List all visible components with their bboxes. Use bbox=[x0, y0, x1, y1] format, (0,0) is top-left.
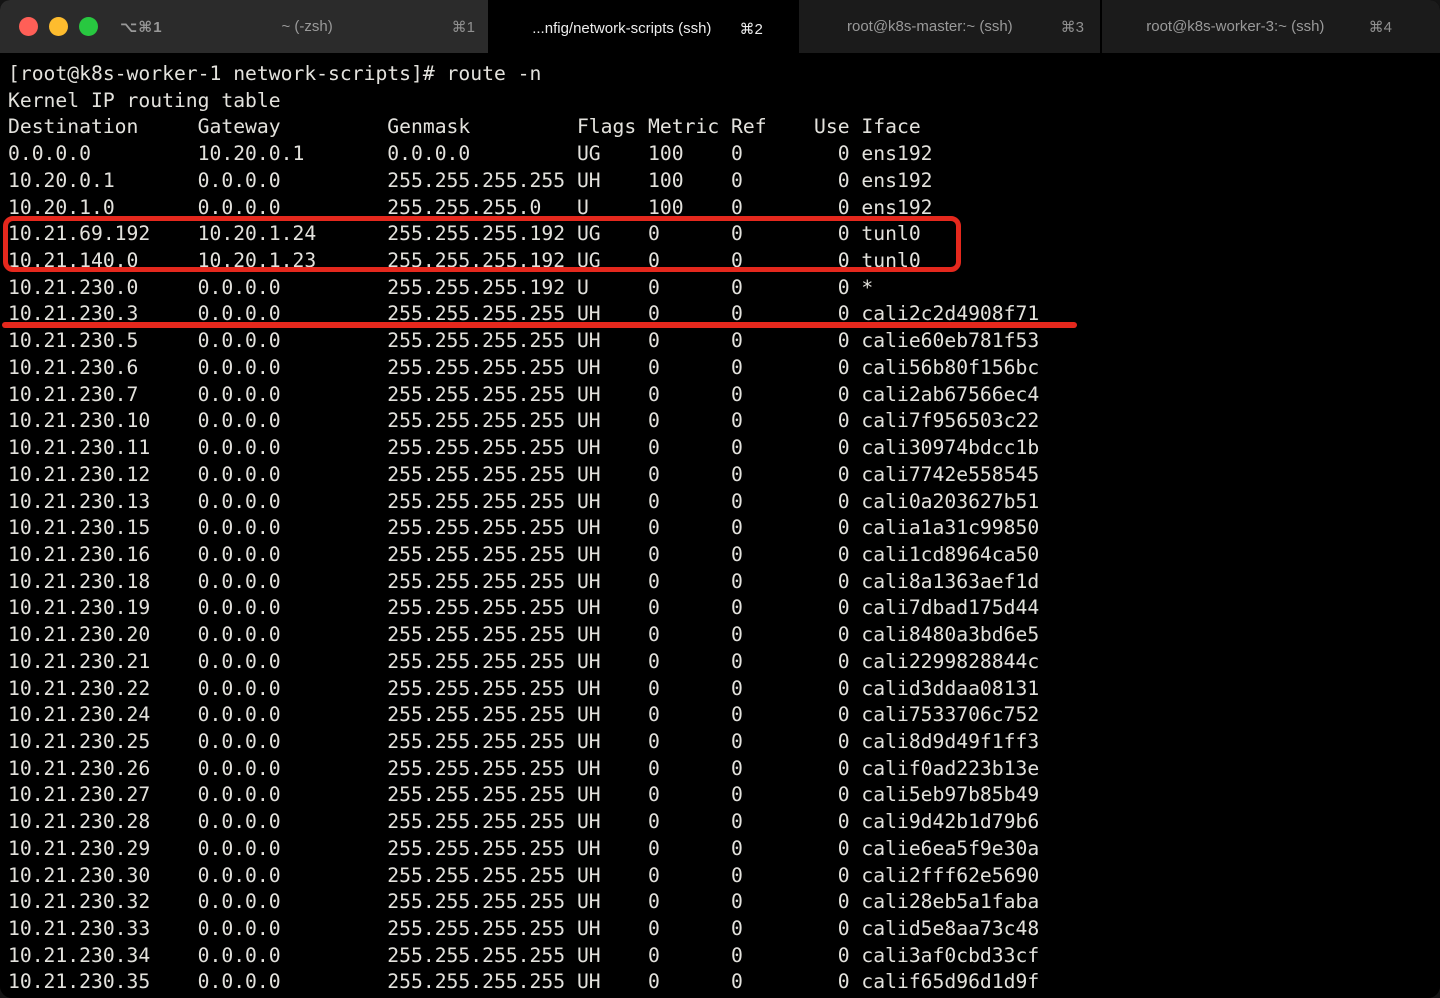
route-row: 10.21.230.6 0.0.0.0 255.255.255.255 UH 0… bbox=[8, 355, 1440, 382]
route-row: 10.21.230.5 0.0.0.0 255.255.255.255 UH 0… bbox=[8, 328, 1440, 355]
route-row: 10.20.0.1 0.0.0.0 255.255.255.255 UH 100… bbox=[8, 168, 1440, 195]
tab-title: ...nfig/network-scripts (ssh) bbox=[524, 20, 719, 37]
tab-title: root@k8s-worker-3:~ (ssh) bbox=[1102, 18, 1369, 35]
minimize-button[interactable] bbox=[49, 17, 68, 36]
route-row: 10.21.230.20 0.0.0.0 255.255.255.255 UH … bbox=[8, 622, 1440, 649]
route-row: 10.21.230.25 0.0.0.0 255.255.255.255 UH … bbox=[8, 729, 1440, 756]
route-row: 10.21.230.7 0.0.0.0 255.255.255.255 UH 0… bbox=[8, 382, 1440, 409]
route-row: 10.21.140.0 10.20.1.23 255.255.255.192 U… bbox=[8, 248, 1440, 275]
table-title: Kernel IP routing table bbox=[8, 88, 1440, 115]
route-row: 10.21.230.33 0.0.0.0 255.255.255.255 UH … bbox=[8, 916, 1440, 943]
route-row: 10.21.230.27 0.0.0.0 255.255.255.255 UH … bbox=[8, 782, 1440, 809]
terminal-window: ⌥⌘1 ~ (-zsh) ⌘1 ...nfig/network-scripts … bbox=[0, 0, 1440, 998]
tab-k8s-master[interactable]: root@k8s-master:~ (ssh) ⌘3 bbox=[799, 0, 1100, 53]
route-row: 10.21.230.29 0.0.0.0 255.255.255.255 UH … bbox=[8, 836, 1440, 863]
window-shortcut-label: ⌥⌘1 bbox=[120, 18, 163, 36]
tab-shortcut-label: ⌘1 bbox=[452, 18, 475, 36]
route-row: 0.0.0.0 10.20.0.1 0.0.0.0 UG 100 0 0 ens… bbox=[8, 141, 1440, 168]
route-row: 10.21.230.11 0.0.0.0 255.255.255.255 UH … bbox=[8, 435, 1440, 462]
tab-shortcut-label: ⌘4 bbox=[1369, 18, 1392, 36]
route-row: 10.21.230.26 0.0.0.0 255.255.255.255 UH … bbox=[8, 756, 1440, 783]
route-row: 10.21.230.35 0.0.0.0 255.255.255.255 UH … bbox=[8, 969, 1440, 996]
route-row: 10.20.1.0 0.0.0.0 255.255.255.0 U 100 0 … bbox=[8, 195, 1440, 222]
tab-network-scripts-active[interactable]: ...nfig/network-scripts (ssh) ⌘2 bbox=[490, 0, 797, 57]
route-row: 10.21.230.22 0.0.0.0 255.255.255.255 UH … bbox=[8, 676, 1440, 703]
route-row: 10.21.230.16 0.0.0.0 255.255.255.255 UH … bbox=[8, 542, 1440, 569]
command-line: [root@k8s-worker-1 network-scripts]# rou… bbox=[8, 61, 1440, 88]
route-row: 10.21.230.13 0.0.0.0 255.255.255.255 UH … bbox=[8, 489, 1440, 516]
route-row: 10.21.69.192 10.20.1.24 255.255.255.192 … bbox=[8, 221, 1440, 248]
tab-shell[interactable]: ⌥⌘1 ~ (-zsh) ⌘1 bbox=[0, 0, 488, 53]
table-header: Destination Gateway Genmask Flags Metric… bbox=[8, 114, 1440, 141]
route-row: 10.21.230.32 0.0.0.0 255.255.255.255 UH … bbox=[8, 889, 1440, 916]
route-row: 10.21.230.28 0.0.0.0 255.255.255.255 UH … bbox=[8, 809, 1440, 836]
tab-title: root@k8s-master:~ (ssh) bbox=[799, 18, 1061, 35]
tab-title: ~ (-zsh) bbox=[163, 18, 452, 35]
terminal-output[interactable]: [root@k8s-worker-1 network-scripts]# rou… bbox=[0, 57, 1440, 998]
route-row: 10.21.230.24 0.0.0.0 255.255.255.255 UH … bbox=[8, 702, 1440, 729]
tab-shortcut-label: ⌘3 bbox=[1061, 18, 1084, 36]
route-row: 10.21.230.30 0.0.0.0 255.255.255.255 UH … bbox=[8, 863, 1440, 890]
route-row: 10.21.230.21 0.0.0.0 255.255.255.255 UH … bbox=[8, 649, 1440, 676]
route-row: 10.21.230.3 0.0.0.0 255.255.255.255 UH 0… bbox=[8, 301, 1440, 328]
tab-shortcut-label: ⌘2 bbox=[739, 20, 762, 38]
route-row: 10.21.230.10 0.0.0.0 255.255.255.255 UH … bbox=[8, 408, 1440, 435]
zoom-button[interactable] bbox=[79, 17, 98, 36]
traffic-lights bbox=[19, 17, 98, 36]
tab-bar: ⌥⌘1 ~ (-zsh) ⌘1 ...nfig/network-scripts … bbox=[0, 0, 1440, 57]
close-button[interactable] bbox=[19, 17, 38, 36]
route-row: 10.21.230.34 0.0.0.0 255.255.255.255 UH … bbox=[8, 943, 1440, 970]
route-row: 10.21.230.18 0.0.0.0 255.255.255.255 UH … bbox=[8, 569, 1440, 596]
route-row: 10.21.230.19 0.0.0.0 255.255.255.255 UH … bbox=[8, 595, 1440, 622]
route-row: 10.21.230.0 0.0.0.0 255.255.255.192 U 0 … bbox=[8, 275, 1440, 302]
route-row: 10.21.230.15 0.0.0.0 255.255.255.255 UH … bbox=[8, 515, 1440, 542]
tab-k8s-worker-3[interactable]: root@k8s-worker-3:~ (ssh) ⌘4 bbox=[1102, 0, 1440, 53]
route-row: 10.21.230.12 0.0.0.0 255.255.255.255 UH … bbox=[8, 462, 1440, 489]
